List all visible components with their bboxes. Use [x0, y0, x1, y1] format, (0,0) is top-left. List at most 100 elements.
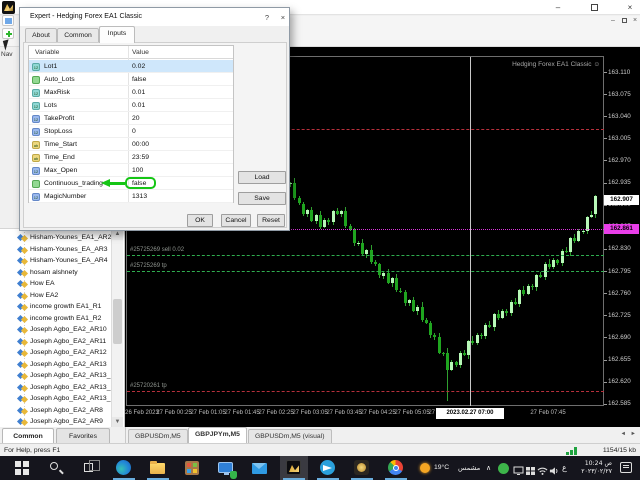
window-maximize-button[interactable] [584, 2, 604, 13]
navigator-list: Hisham-Younes_EA1_AR2 Hisham-Younes_EA_AR… [0, 232, 112, 428]
action-center-icon[interactable] [620, 462, 632, 473]
taskbar-icon-package-app[interactable] [178, 456, 206, 480]
chart-tab[interactable]: GBPJPYm,M5 [188, 427, 247, 443]
dialog-tab-inputs[interactable]: Inputs [99, 26, 135, 43]
tray-monitor-icon[interactable] [513, 463, 524, 475]
add-chart-icon[interactable] [2, 28, 14, 39]
taskbar-icon-mt4[interactable] [280, 456, 308, 480]
nav-item-ea[interactable]: Hisham-Younes_EA1_AR2 [0, 232, 112, 244]
cancel-button[interactable]: Cancel [221, 214, 251, 227]
chart-tab[interactable]: GBPUSDm,M5 [128, 429, 188, 443]
nav-item-ea[interactable]: Joseph Agbo_EA2_AR8 [0, 405, 112, 417]
param-row-takeprofit[interactable]: 12 TakeProfit 20 [29, 112, 233, 125]
param-row-magicnumber[interactable]: 12 MagicNumber 1313 [29, 190, 233, 203]
nav-item-ea[interactable]: Hisham-Younes_EA_AR3 [0, 244, 112, 256]
save-button[interactable]: Save [238, 192, 286, 205]
nav-item-ea[interactable]: Joseph Agbo_EA2_AR13_R1 [0, 370, 112, 382]
param-value[interactable]: 100 [132, 167, 143, 174]
ok-button[interactable]: OK [187, 214, 213, 227]
expert-advisor-icon [16, 383, 29, 392]
nav-item-ea[interactable]: income growth EA1_R1 [0, 301, 112, 313]
volume-icon[interactable] [549, 463, 560, 475]
traffic-counter: 1154/15 kb [602, 447, 636, 454]
mdi-restore-button[interactable] [619, 18, 629, 26]
taskbar-icon-search[interactable] [42, 456, 70, 480]
package-app-icon [184, 460, 200, 476]
param-row-continuous_trading[interactable]: Continuous_trading false [29, 177, 233, 190]
param-value[interactable]: 0.02 [132, 63, 145, 70]
param-value[interactable]: 20 [132, 115, 140, 122]
navigator-scrollbar[interactable]: ▲ ▼ [111, 229, 123, 428]
param-value[interactable]: 0.01 [132, 102, 145, 109]
tray-green-status-icon[interactable] [498, 463, 509, 474]
navigator-tab-favorites[interactable]: Favorites [56, 428, 110, 443]
taskbar-icon-mail[interactable] [246, 456, 274, 480]
navigator-tab-common[interactable]: Common [2, 428, 54, 443]
new-order-icon[interactable] [2, 15, 14, 26]
param-row-lot1[interactable]: 12 Lot1 0.02 [29, 60, 233, 73]
mdi-close-button[interactable]: × [630, 17, 640, 25]
dialog-tab-about[interactable]: About [25, 28, 57, 42]
price-tick-label: 163.040 [608, 112, 631, 120]
param-row-time_start[interactable]: ab Time_Start 00:00 [29, 138, 233, 151]
param-value[interactable]: 00:00 [132, 141, 149, 148]
dialog-tab-common[interactable]: Common [57, 28, 99, 42]
nav-item-ea[interactable]: How EA [0, 278, 112, 290]
param-value[interactable]: false [132, 76, 146, 83]
vertical-time-line[interactable] [470, 57, 471, 406]
param-value[interactable]: 0.01 [132, 89, 145, 96]
tabs-scroll-right-icon[interactable]: ► [631, 431, 636, 437]
taskbar-icon-telegram[interactable] [314, 456, 342, 480]
weather-widget[interactable]: 19°C مشمس [418, 456, 480, 480]
tray-chevron-icon[interactable]: ∧ [486, 464, 491, 472]
dialog-help-button[interactable]: ? [260, 12, 274, 23]
param-row-stoploss[interactable]: 12 StopLoss 0 [29, 125, 233, 138]
taskbar-icon-pc-manager[interactable] [212, 456, 240, 480]
reset-button[interactable]: Reset [257, 214, 285, 227]
chart-tab[interactable]: GBPUSDm,M5 (visual) [248, 429, 332, 443]
nav-item-ea[interactable]: How EA2 [0, 290, 112, 302]
nav-item-ea[interactable]: Joseph Agbo_EA2_AR12 [0, 347, 112, 359]
time-axis-label: 27 Feb 03:45 [326, 410, 362, 416]
param-row-lots[interactable]: 12 Lots 0.01 [29, 99, 233, 112]
bid-price-box: 162.907 [604, 195, 639, 206]
order-level-line [127, 271, 604, 273]
nav-item-ea[interactable]: Hisham-Younes_EA_AR4 [0, 255, 112, 267]
taskbar-icon-edge[interactable] [110, 456, 138, 480]
param-row-maxrisk[interactable]: 12 MaxRisk 0.01 [29, 86, 233, 99]
tray-grid-icon[interactable] [525, 463, 536, 475]
param-value[interactable]: 1313 [132, 193, 147, 200]
param-row-max_open[interactable]: 12 Max_Open 100 [29, 164, 233, 177]
nav-item-ea[interactable]: Joseph Agbo_EA2_AR9 [0, 416, 112, 428]
nav-item-ea[interactable]: hosam alshnety [0, 267, 112, 279]
taskbar-clock[interactable]: 10:24 ص ٢٠٢٣/٠٢/٢٧ [566, 460, 612, 476]
taskbar-icon-gold-app[interactable] [348, 456, 376, 480]
dialog-close-button[interactable]: × [276, 12, 290, 23]
param-table-body: 12 Lot1 0.02 Auto_Lots false 12 MaxRisk 0.01 12 L… [29, 60, 233, 203]
nav-item-ea[interactable]: income growth EA1_R2 [0, 313, 112, 325]
nav-item-ea[interactable]: Joseph Agbo_EA2_AR13 [0, 359, 112, 371]
window-minimize-button[interactable]: – [548, 2, 568, 13]
param-row-time_end[interactable]: ab Time_End 23:59 [29, 151, 233, 164]
nav-item-ea[interactable]: Joseph Agbo_EA2_AR13_R2 [0, 382, 112, 394]
scrollbar-thumb[interactable] [113, 299, 122, 344]
param-value[interactable]: 23:59 [132, 154, 149, 161]
param-value[interactable]: 0 [132, 128, 136, 135]
nav-item-ea[interactable]: Joseph Agbo_EA2_AR11 [0, 336, 112, 348]
taskbar-icon-task-view[interactable] [76, 456, 104, 480]
param-name: Lots [44, 102, 57, 109]
param-row-auto_lots[interactable]: Auto_Lots false [29, 73, 233, 86]
load-button[interactable]: Load [238, 171, 286, 184]
taskbar-icon-start[interactable] [8, 456, 36, 480]
window-close-button[interactable]: × [620, 2, 640, 13]
tabs-scroll-left-icon[interactable]: ◄ [621, 431, 626, 437]
taskbar-icon-file-explorer[interactable] [144, 456, 172, 480]
expert-advisor-icon [16, 394, 29, 404]
mdi-minimize-button[interactable]: – [608, 17, 618, 25]
nav-item-ea[interactable]: Joseph Agbo_EA2_AR13_R3 [0, 393, 112, 405]
param-name: Auto_Lots [44, 76, 75, 83]
taskbar-icon-chrome[interactable] [382, 456, 410, 480]
wifi-icon[interactable] [537, 463, 548, 475]
dialog-title-bar[interactable]: Expert - Hedging Forex EA1 Classic ? × [20, 8, 289, 26]
nav-item-ea[interactable]: Joseph Agbo_EA2_AR10 [0, 324, 112, 336]
